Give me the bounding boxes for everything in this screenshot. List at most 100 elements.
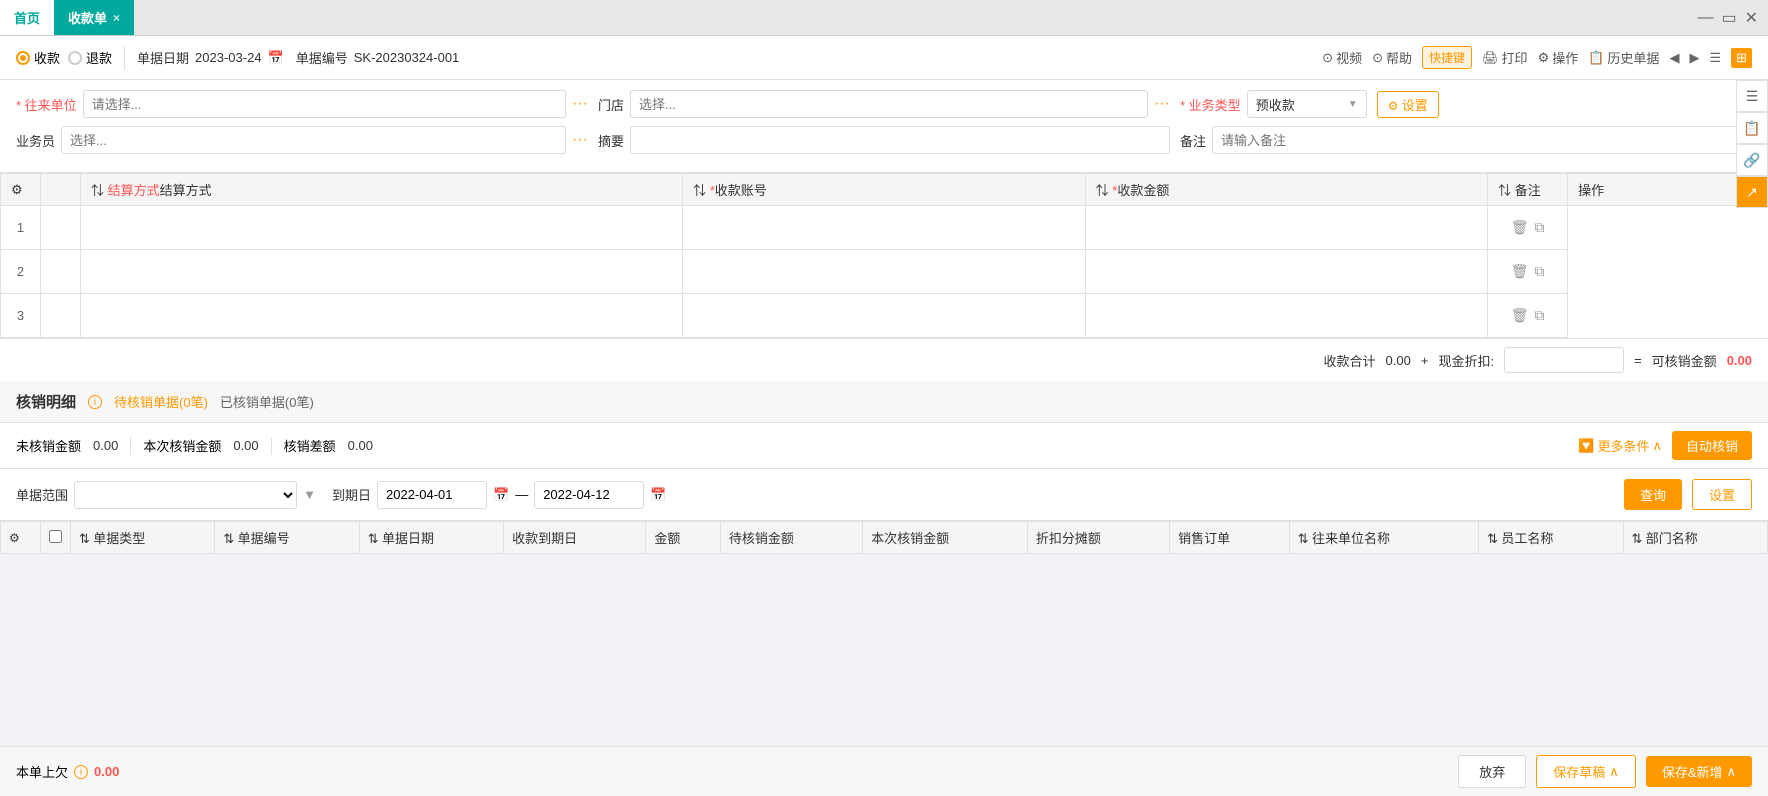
row-1-account[interactable]	[81, 206, 683, 250]
partner-input[interactable]	[83, 90, 566, 118]
col-bill-no[interactable]: ⇅ 单据编号	[215, 522, 359, 554]
col-amount-header[interactable]: ⇅ *收款金额	[1085, 174, 1488, 206]
row-1-delete-icon[interactable]: 🗑	[1511, 219, 1529, 236]
col-amount[interactable]: 金额	[646, 522, 721, 554]
row-3-account[interactable]	[81, 294, 683, 338]
staff-input[interactable]	[61, 126, 566, 154]
range-field: 单据范围 ▼	[16, 481, 316, 509]
discard-btn[interactable]: 放弃	[1458, 755, 1526, 788]
row-3-amount[interactable]	[683, 294, 1086, 338]
col-settings-bottom[interactable]: ⚙	[1, 522, 41, 554]
save-new-btn[interactable]: 保存&新增 ∧	[1646, 756, 1752, 787]
col-account-header[interactable]: ⇅ *收款账号	[683, 174, 1086, 206]
row-1-remark[interactable]	[1085, 206, 1488, 250]
settings-btn[interactable]: ⚙ 设置	[1377, 91, 1439, 118]
filter-settings-btn[interactable]: 设置	[1692, 479, 1752, 510]
radio-receipt-circle	[16, 51, 30, 65]
row-1-payment[interactable]	[41, 206, 81, 250]
sidebar-icon-2[interactable]: 📋	[1736, 112, 1768, 144]
col-sales-order[interactable]: 销售订单	[1170, 522, 1290, 554]
table-row: 2 🗑 ⧉	[1, 250, 1768, 294]
col-checkbox[interactable]	[41, 522, 71, 554]
summary-input[interactable]	[630, 126, 1170, 154]
radio-receipt[interactable]: 收款	[16, 48, 60, 67]
auto-cancel-btn[interactable]: 自动核销	[1672, 431, 1752, 460]
biz-type-field: * 业务类型 预收款 ▼ ⚙ 设置	[1180, 90, 1752, 118]
radio-receipt-dot	[20, 55, 26, 61]
col-partner[interactable]: ⇅ 往来单位名称	[1289, 522, 1478, 554]
col-settings-header[interactable]: ⚙	[1, 174, 41, 206]
window-minimize-icon[interactable]: —	[1697, 9, 1713, 27]
remark-input[interactable]	[1212, 126, 1752, 154]
biz-type-dropdown[interactable]: 预收款 ▼	[1247, 90, 1367, 118]
shop-field: 门店 ···	[598, 90, 1170, 118]
partner-more-icon[interactable]: ···	[572, 95, 588, 113]
row-3-payment[interactable]	[41, 294, 81, 338]
nav-right-icon[interactable]: ▶	[1689, 50, 1699, 66]
calendar-from-icon[interactable]: 📅	[493, 487, 509, 503]
select-all-checkbox[interactable]	[49, 530, 62, 543]
row-3-delete-icon[interactable]: 🗑	[1511, 307, 1529, 324]
row-3-copy-icon[interactable]: ⧉	[1535, 307, 1545, 324]
row-1-amount[interactable]	[683, 206, 1086, 250]
form-row-1: * 往来单位 ··· 门店 ··· * 业务类型 预收款 ▼ ⚙ 设置	[16, 90, 1752, 118]
radio-refund[interactable]: 退款	[68, 48, 112, 67]
shop-input[interactable]	[630, 90, 1148, 118]
window-restore-icon[interactable]: ▭	[1721, 8, 1736, 28]
grid-view-icon[interactable]: ⊞	[1731, 48, 1752, 68]
tab-receipt[interactable]: 收款单 ×	[54, 0, 134, 35]
toolbar: 收款 退款 单据日期 2023-03-24 📅 单据编号 SK-20230324…	[0, 36, 1768, 80]
pending-tab[interactable]: 待核销单据(0笔)	[114, 392, 208, 411]
row-3-remark[interactable]	[1085, 294, 1488, 338]
shortcut-btn[interactable]: 快捷键	[1422, 46, 1472, 69]
shop-more-icon[interactable]: ···	[1154, 95, 1170, 113]
col-payment-header[interactable]: ⇅ 结算方式结算方式	[81, 174, 683, 206]
tab-receipt-label: 收款单	[68, 8, 107, 27]
list-view-icon[interactable]: ☰	[1709, 50, 1721, 66]
operate-btn[interactable]: ⚙ 操作	[1538, 48, 1579, 67]
row-2-copy-icon[interactable]: ⧉	[1535, 263, 1545, 280]
print-btn[interactable]: 🖨 打印	[1482, 48, 1528, 67]
window-close-icon[interactable]: ✕	[1745, 8, 1758, 28]
date-to-input[interactable]	[534, 481, 644, 509]
row-2-account[interactable]	[81, 250, 683, 294]
calendar-icon[interactable]: 📅	[268, 50, 284, 66]
sidebar-icon-4[interactable]: ↗	[1736, 176, 1768, 208]
staff-more-icon[interactable]: ···	[572, 131, 588, 149]
col-discount[interactable]: 折扣分摊额	[1027, 522, 1169, 554]
bottom-table-wrapper: ⚙ ⇅ 单据类型 ⇅ 单据编号 ⇅ 单据日期 收款到期日 金额 待核销金额 本次…	[0, 521, 1768, 554]
form-area: * 往来单位 ··· 门店 ··· * 业务类型 预收款 ▼ ⚙ 设置 业务员	[0, 80, 1768, 173]
balance-label: 本单上欠	[16, 762, 68, 781]
row-2-payment[interactable]	[41, 250, 81, 294]
sidebar-icon-1[interactable]: ☰	[1736, 80, 1768, 112]
col-this-cancel[interactable]: 本次核销金额	[863, 522, 1028, 554]
tab-home-label: 首页	[14, 8, 40, 27]
more-conditions-btn[interactable]: 🔽 更多条件 ∧	[1578, 436, 1662, 455]
row-1-copy-icon[interactable]: ⧉	[1535, 219, 1545, 236]
row-2-delete-icon[interactable]: 🗑	[1511, 263, 1529, 280]
col-bill-date[interactable]: ⇅ 单据日期	[359, 522, 503, 554]
range-select[interactable]	[74, 481, 297, 509]
sidebar-icon-3[interactable]: 🔗	[1736, 144, 1768, 176]
row-2-amount[interactable]	[683, 250, 1086, 294]
section-info-icon[interactable]: i	[88, 395, 102, 409]
query-btn[interactable]: 查询	[1624, 479, 1682, 510]
tab-home[interactable]: 首页	[0, 0, 54, 35]
save-draft-btn[interactable]: 保存草稿 ∧	[1536, 755, 1636, 788]
col-staff[interactable]: ⇅ 员工名称	[1479, 522, 1623, 554]
done-tab[interactable]: 已核销单据(0笔)	[220, 392, 314, 411]
col-due-date[interactable]: 收款到期日	[504, 522, 646, 554]
calendar-to-icon[interactable]: 📅	[650, 487, 666, 503]
tab-close-icon[interactable]: ×	[113, 11, 120, 25]
nav-left-icon[interactable]: ◀	[1669, 50, 1679, 66]
help-btn[interactable]: ⊙ 帮助	[1372, 48, 1412, 67]
history-btn[interactable]: 📋 历史单据	[1588, 48, 1659, 67]
col-bill-type[interactable]: ⇅ 单据类型	[71, 522, 215, 554]
discount-input[interactable]	[1504, 347, 1624, 373]
balance-info-icon[interactable]: i	[74, 765, 88, 779]
col-pending[interactable]: 待核销金额	[720, 522, 862, 554]
video-btn[interactable]: ⊙ 视频	[1322, 48, 1362, 67]
col-dept[interactable]: ⇅ 部门名称	[1623, 522, 1767, 554]
date-from-input[interactable]	[377, 481, 487, 509]
row-2-remark[interactable]	[1085, 250, 1488, 294]
